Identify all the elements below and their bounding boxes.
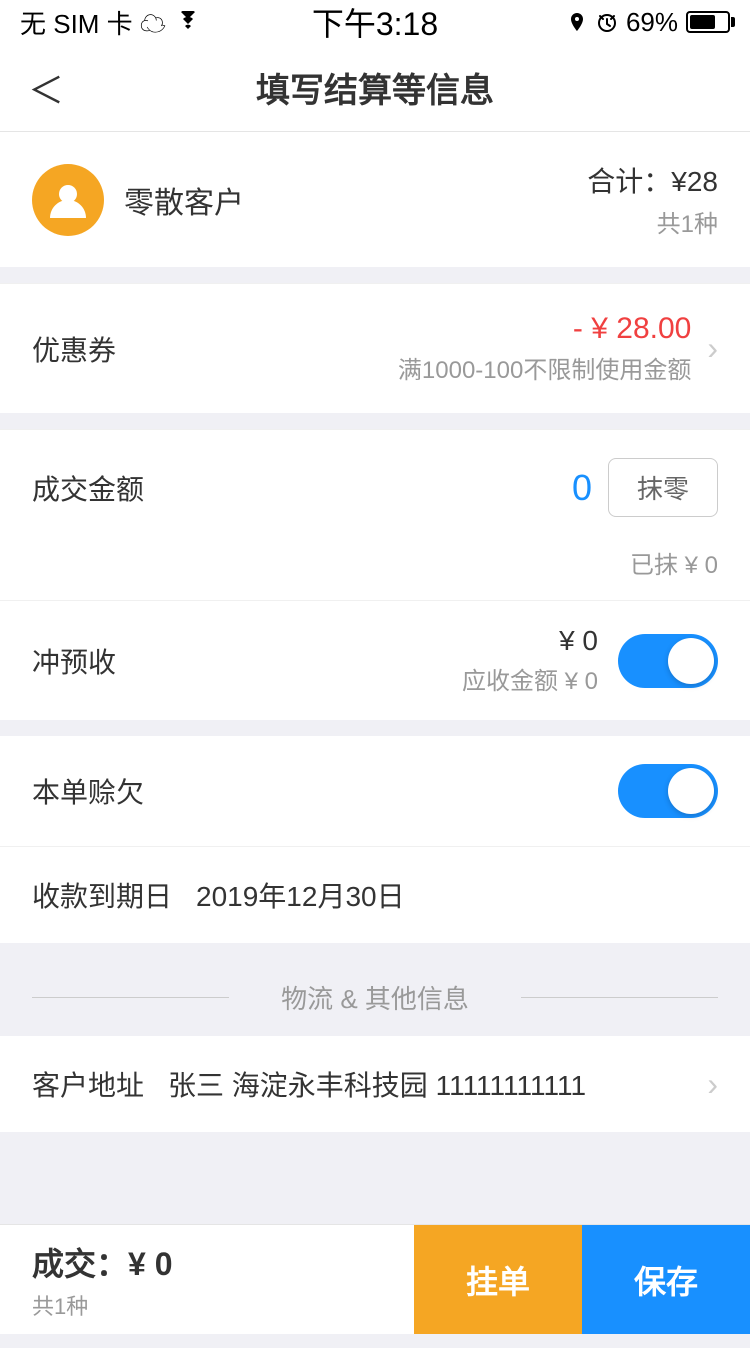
debt-card: 本单赊欠 收款到期日 2019年12月30日 xyxy=(0,736,750,943)
customer-left: 零散客户 xyxy=(32,164,244,236)
wifi-icon xyxy=(174,11,202,33)
bottom-summary: 成交：¥ 0 共1种 xyxy=(0,1239,414,1321)
content: 零散客户 合计：¥28 共1种 优惠券 - ¥ 28.00 满1000-100不… xyxy=(0,132,750,1348)
status-time: 下午3:18 xyxy=(312,0,438,45)
battery-percent: 69% xyxy=(626,7,678,38)
battery-fill xyxy=(690,15,715,29)
customer-right: 合计：¥28 共1种 xyxy=(587,160,718,239)
user-icon xyxy=(46,178,90,222)
prepay-row: 冲预收 ¥ 0 应收金额 ¥ 0 xyxy=(0,600,750,720)
prepay-value: ¥ 0 应收金额 ¥ 0 xyxy=(462,625,598,696)
prepay-label: 冲预收 xyxy=(32,641,116,681)
debt-toggle-knob xyxy=(668,768,714,814)
bottom-summary-sub: 共1种 xyxy=(32,1289,382,1321)
transaction-amount-row: 成交金额 0 抹零 xyxy=(0,429,750,545)
logistics-divider: 物流 & 其他信息 xyxy=(0,959,750,1036)
coupon-right: - ¥ 28.00 满1000-100不限制使用金额 › xyxy=(398,312,718,385)
page-title: 填写结算等信息 xyxy=(256,63,494,112)
transaction-card: 成交金额 0 抹零 已抹 ¥ 0 冲预收 ¥ 0 应收金额 ¥ 0 xyxy=(0,429,750,720)
customer-count: 共1种 xyxy=(587,204,718,239)
status-right: 69% xyxy=(566,7,730,38)
transaction-value[interactable]: 0 xyxy=(572,467,592,509)
customer-card: 零散客户 合计：¥28 共1种 xyxy=(0,132,750,267)
address-value: 张三 海淀永丰科技园 11111111111 xyxy=(168,1064,707,1104)
duedate-label: 收款到期日 xyxy=(32,875,172,915)
customer-avatar xyxy=(32,164,104,236)
address-chevron-icon: › xyxy=(707,1066,718,1103)
customer-name: 零散客户 xyxy=(124,178,244,222)
address-card: 客户地址 张三 海淀永丰科技园 11111111111 › xyxy=(0,1036,750,1132)
nav-bar: ＜ 填写结算等信息 xyxy=(0,44,750,132)
coupon-row[interactable]: 优惠券 - ¥ 28.00 满1000-100不限制使用金额 › xyxy=(0,283,750,413)
coupon-card: 优惠券 - ¥ 28.00 满1000-100不限制使用金额 › xyxy=(0,283,750,413)
hold-button[interactable]: 挂单 xyxy=(414,1225,582,1334)
bottom-summary-top: 成交：¥ 0 xyxy=(32,1239,382,1285)
battery-icon xyxy=(686,11,730,33)
amount-input-box: 0 抹零 xyxy=(572,458,718,517)
coupon-chevron-icon: › xyxy=(707,330,718,367)
prepay-toggle[interactable] xyxy=(618,634,718,688)
transaction-sub-row: 已抹 ¥ 0 xyxy=(0,545,750,600)
status-left: 无 SIM 卡 ☁ xyxy=(20,4,202,41)
summary-label: 成交： xyxy=(32,1246,128,1282)
alarm-icon xyxy=(596,11,618,33)
debt-row: 本单赊欠 xyxy=(0,736,750,846)
prepay-main: ¥ 0 xyxy=(462,625,598,657)
address-row[interactable]: 客户地址 张三 海淀永丰科技园 11111111111 › xyxy=(0,1036,750,1132)
coupon-value: - ¥ 28.00 满1000-100不限制使用金额 xyxy=(398,312,691,385)
sim-label: 无 SIM 卡 ☁ xyxy=(20,4,166,41)
status-bar: 无 SIM 卡 ☁ 下午3:18 69% xyxy=(0,0,750,44)
save-button[interactable]: 保存 xyxy=(582,1225,750,1334)
prepay-right: ¥ 0 应收金额 ¥ 0 xyxy=(462,625,718,696)
location-icon xyxy=(566,11,588,33)
logistics-divider-text: 物流 & 其他信息 xyxy=(281,979,469,1016)
transaction-sub-label: 已抹 ¥ 0 xyxy=(630,545,718,580)
customer-total: 合计：¥28 xyxy=(587,160,718,200)
duedate-row: 收款到期日 2019年12月30日 xyxy=(0,846,750,943)
summary-value: ¥ 0 xyxy=(128,1246,172,1282)
address-label: 客户地址 xyxy=(32,1064,144,1104)
customer-row: 零散客户 合计：¥28 共1种 xyxy=(0,132,750,267)
coupon-description: 满1000-100不限制使用金额 xyxy=(398,350,691,385)
coupon-discount: - ¥ 28.00 xyxy=(398,312,691,346)
divider-line-left xyxy=(32,997,229,998)
logistics-divider-inner: 物流 & 其他信息 xyxy=(0,979,750,1016)
debt-label: 本单赊欠 xyxy=(32,771,144,811)
back-button[interactable]: ＜ xyxy=(28,62,64,114)
transaction-label: 成交金额 xyxy=(32,468,144,508)
coupon-label: 优惠券 xyxy=(32,329,116,369)
debt-toggle[interactable] xyxy=(618,764,718,818)
toggle-knob xyxy=(668,638,714,684)
bottom-bar: 成交：¥ 0 共1种 挂单 保存 xyxy=(0,1224,750,1334)
divider-line-right xyxy=(521,997,718,998)
round-button[interactable]: 抹零 xyxy=(608,458,718,517)
duedate-value: 2019年12月30日 xyxy=(196,875,405,915)
prepay-sub: 应收金额 ¥ 0 xyxy=(462,661,598,696)
